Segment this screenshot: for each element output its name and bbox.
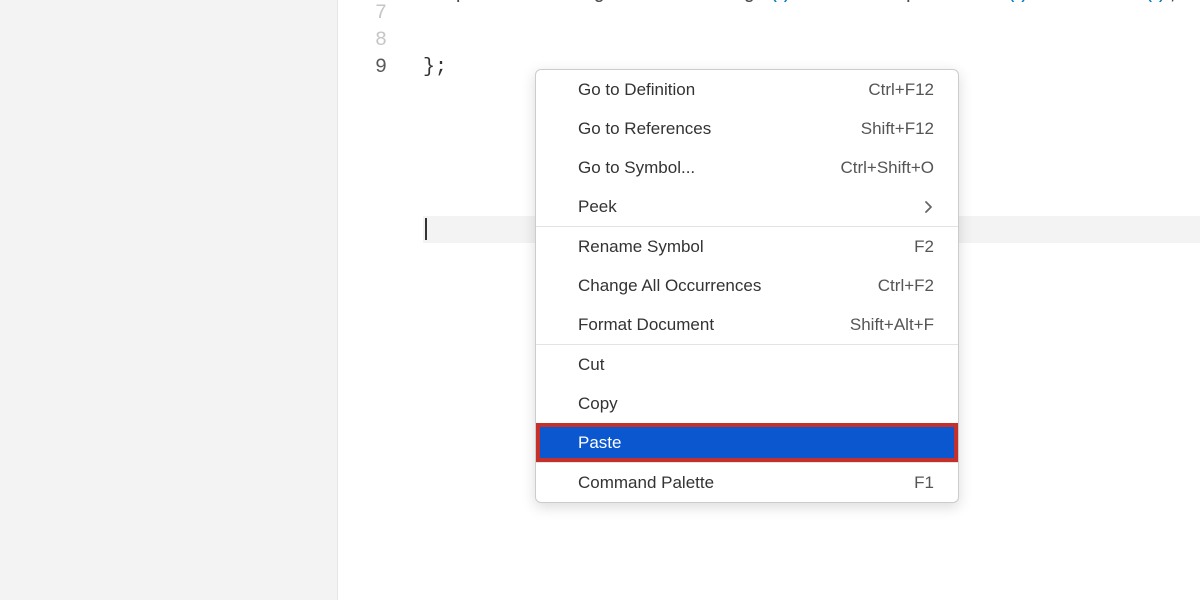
menu-item-cut[interactable]: Cut <box>536 345 958 384</box>
menu-label: Change All Occurrences <box>578 276 761 296</box>
menu-label: Peek <box>578 197 617 217</box>
line-number-gutter: 7 8 9 <box>338 0 423 600</box>
menu-label: Go to Symbol... <box>578 158 695 178</box>
menu-shortcut: Ctrl+Shift+O <box>840 158 934 178</box>
menu-shortcut: F2 <box>914 237 934 257</box>
menu-item-command-palette[interactable]: Command Palette F1 <box>536 463 958 502</box>
chevron-right-icon <box>924 200 934 214</box>
line-number-active: 9 <box>338 54 387 81</box>
context-menu: Go to Definition Ctrl+F12 Go to Referenc… <box>535 69 959 503</box>
menu-label: Command Palette <box>578 473 714 493</box>
menu-label: Go to Definition <box>578 80 695 100</box>
menu-item-copy[interactable]: Copy <box>536 384 958 423</box>
menu-label: Format Document <box>578 315 714 335</box>
menu-shortcut: Shift+Alt+F <box>850 315 934 335</box>
menu-shortcut: Ctrl+F2 <box>878 276 934 296</box>
menu-item-peek[interactable]: Peek <box>536 187 958 226</box>
menu-item-rename-symbol[interactable]: Rename Symbol F2 <box>536 227 958 266</box>
menu-item-format-document[interactable]: Format Document Shift+Alt+F <box>536 305 958 344</box>
text-cursor <box>425 218 427 240</box>
menu-label: Rename Symbol <box>578 237 704 257</box>
menu-item-change-all-occurrences[interactable]: Change All Occurrences Ctrl+F2 <box>536 266 958 305</box>
side-panel <box>0 0 338 600</box>
menu-shortcut: Shift+F12 <box>861 119 934 139</box>
line-number: 7 <box>338 0 387 27</box>
menu-label: Copy <box>578 394 618 414</box>
menu-shortcut: Ctrl+F12 <box>868 80 934 100</box>
line-number: 8 <box>338 27 387 54</box>
menu-item-go-to-references[interactable]: Go to References Shift+F12 <box>536 109 958 148</box>
menu-item-go-to-symbol[interactable]: Go to Symbol... Ctrl+Shift+O <box>536 148 958 187</box>
menu-item-paste[interactable]: Paste <box>536 423 958 462</box>
menu-shortcut: F1 <box>914 473 934 493</box>
menu-label: Paste <box>578 433 621 453</box>
menu-item-go-to-definition[interactable]: Go to Definition Ctrl+F12 <box>536 70 958 109</box>
menu-label: Go to References <box>578 119 711 139</box>
menu-label: Cut <box>578 355 604 375</box>
